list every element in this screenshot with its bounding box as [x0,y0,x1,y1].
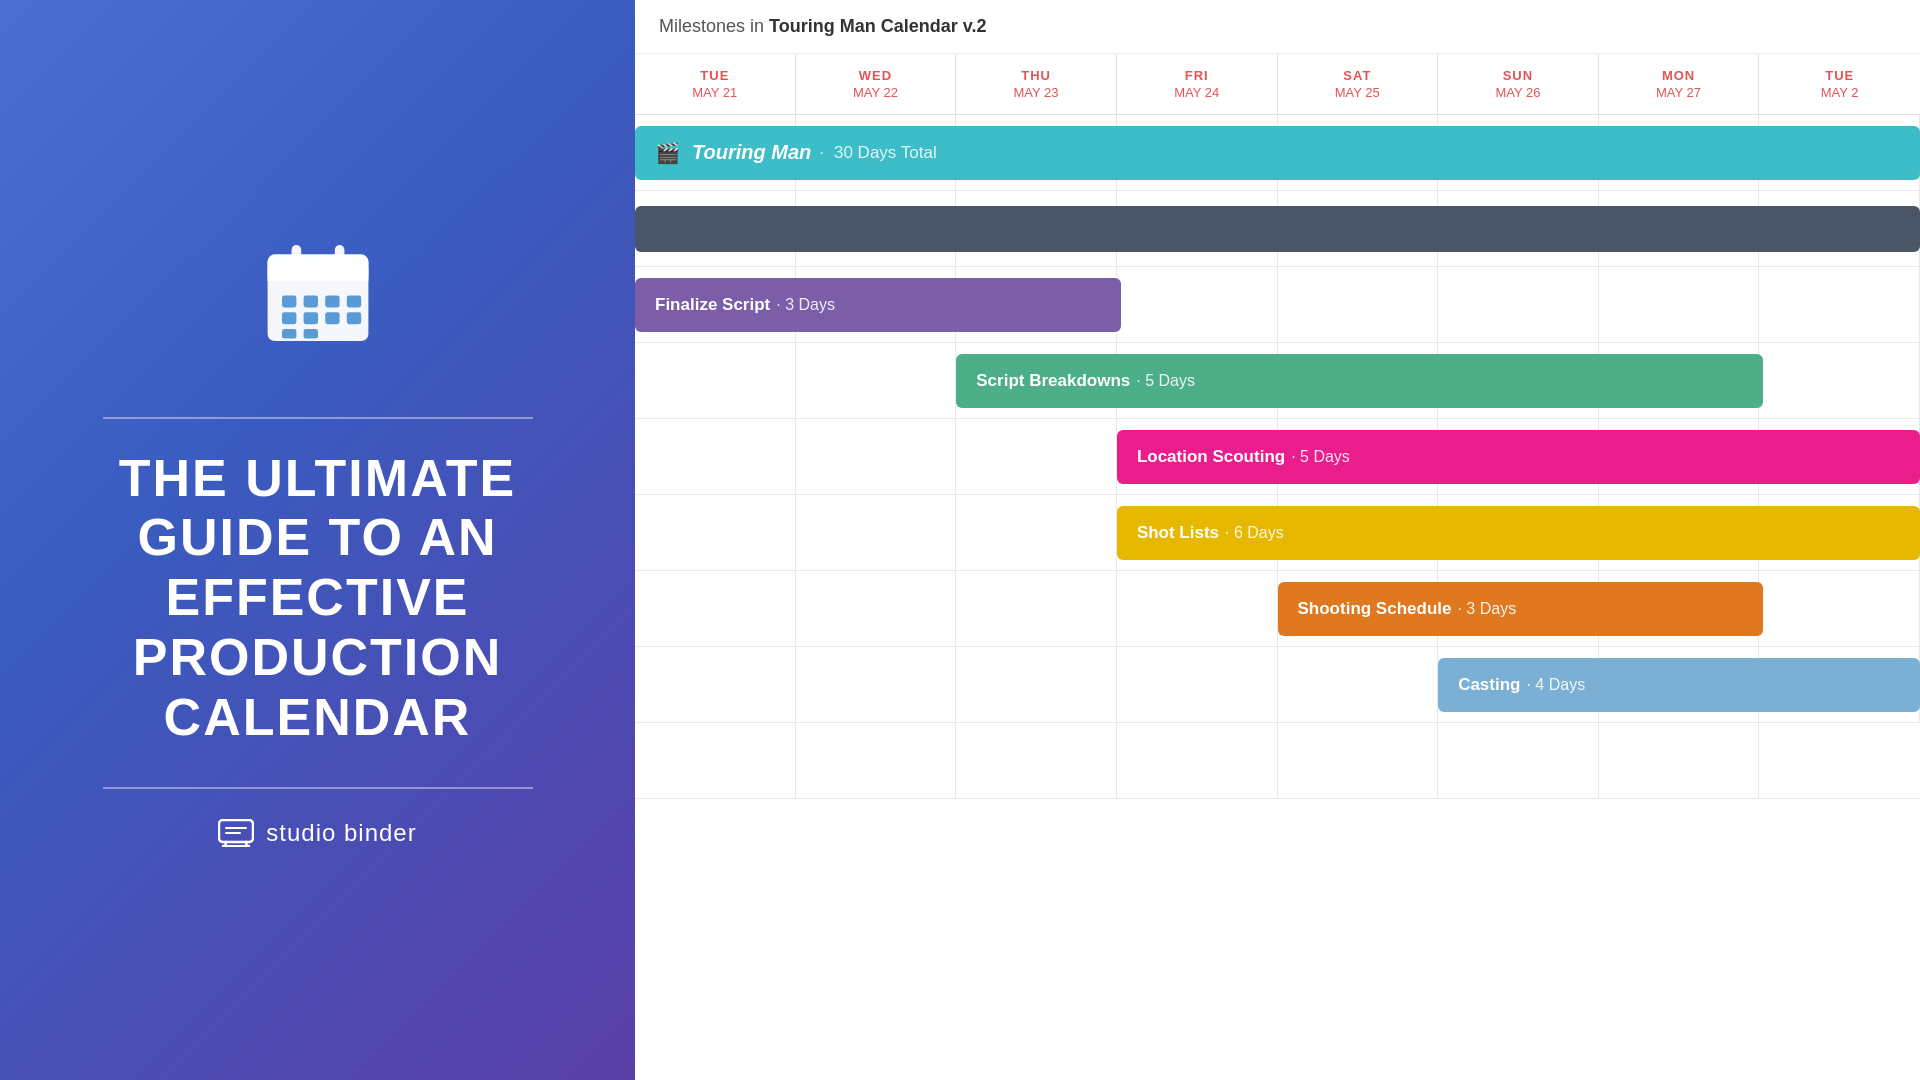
row-casting: Casting · 4 Days [635,647,1920,723]
location-scouting-bar: Location Scouting · 5 Days [1117,430,1920,484]
right-panel: Milestones in Touring Man Calendar v.2 T… [635,0,1920,1080]
svg-rect-14 [303,329,317,339]
top-divider [103,417,533,419]
row-empty [635,723,1920,799]
day-header-3: FRI MAY 24 [1117,54,1278,114]
day-header-2: THU MAY 23 [956,54,1117,114]
row-finalize-script: Finalize Script · 3 Days [635,267,1920,343]
shot-lists-bar: Shot Lists · 6 Days [1117,506,1920,560]
finalize-script-bar: Finalize Script · 3 Days [635,278,1121,332]
film-icon: 🎬 [655,141,680,165]
svg-rect-9 [282,312,296,324]
main-title: THE ULTIMATE GUIDE TO AN EFFECTIVE PRODU… [119,449,517,748]
row-shot-lists: Shot Lists · 6 Days [635,495,1920,571]
row-location-scouting: Location Scouting · 5 Days [635,419,1920,495]
day-header-1: WED MAY 22 [796,54,957,114]
svg-rect-7 [325,295,339,307]
day-header-5: SUN MAY 26 [1438,54,1599,114]
brand-area: studio binder [218,819,416,847]
touring-man-bar: 🎬 Touring Man · 30 Days Total [635,126,1920,180]
touring-days: 30 Days Total [834,143,937,163]
bottom-divider [103,787,533,789]
day-header-4: SAT MAY 25 [1278,54,1439,114]
svg-rect-15 [219,820,253,842]
row-script-breakdowns: Script Breakdowns · 5 Days [635,343,1920,419]
calendar-icon [258,233,378,357]
script-breakdowns-bar: Script Breakdowns · 5 Days [956,354,1763,408]
row-dark [635,191,1920,267]
shooting-schedule-bar: Shooting Schedule · 3 Days [1278,582,1764,636]
svg-rect-13 [282,329,296,339]
svg-rect-12 [346,312,360,324]
svg-rect-11 [325,312,339,324]
svg-rect-6 [303,295,317,307]
svg-rect-2 [267,269,368,281]
left-panel: THE ULTIMATE GUIDE TO AN EFFECTIVE PRODU… [0,0,635,1080]
svg-rect-10 [303,312,317,324]
gantt-area: 🎬 Touring Man · 30 Days Total [635,115,1920,1080]
dark-bar [635,206,1920,252]
day-header-0: TUE MAY 21 [635,54,796,114]
svg-rect-5 [282,295,296,307]
brand-name: studio binder [266,819,416,847]
calendar-header: TUE MAY 21 WED MAY 22 THU MAY 23 FRI MAY… [635,54,1920,115]
studiobinder-icon [218,819,254,847]
svg-rect-4 [334,245,344,267]
svg-rect-3 [291,245,301,267]
day-header-6: MON MAY 27 [1599,54,1760,114]
day-header-7: TUE MAY 2 [1759,54,1920,114]
svg-rect-8 [346,295,360,307]
touring-dot: · [819,143,824,163]
milestones-title: Milestones in Touring Man Calendar v.2 [635,0,1920,54]
row-shooting-schedule: Shooting Schedule · 3 Days [635,571,1920,647]
touring-label: Touring Man [692,141,811,164]
casting-bar: Casting · 4 Days [1438,658,1920,712]
row-touring-man: 🎬 Touring Man · 30 Days Total [635,115,1920,191]
